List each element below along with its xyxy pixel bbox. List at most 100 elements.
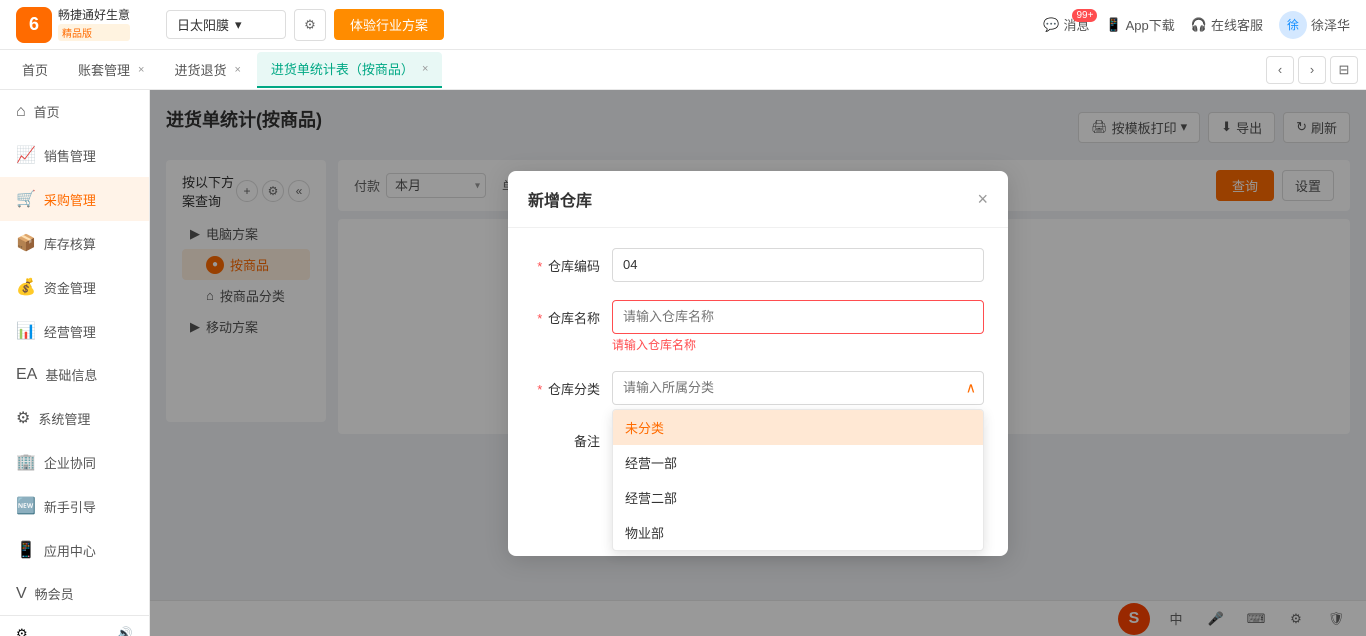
sidebar-item-inventory-label: 库存核算 [44, 234, 96, 253]
inventory-icon: 📦 [16, 233, 36, 253]
name-error-message: 请输入仓库名称 [612, 336, 984, 353]
base-icon: EA [16, 366, 37, 384]
sidebar-item-sales[interactable]: 📈 销售管理 [0, 133, 149, 177]
sidebar-item-appstore[interactable]: 📱 应用中心 [0, 528, 149, 572]
code-input[interactable] [612, 248, 984, 282]
mobile-icon: 📱 [1105, 17, 1121, 33]
tab-purchase-stats[interactable]: 进货单统计表（按商品） × [257, 52, 442, 88]
category-input[interactable] [612, 371, 984, 405]
sidebar-item-base-label: 基础信息 [45, 365, 97, 384]
category-field-wrapper: ∧ 未分类 经营一部 经营二部 物业部 [612, 371, 984, 405]
online-service-label: 在线客服 [1211, 15, 1263, 34]
sidebar-item-operations[interactable]: 📊 经营管理 [0, 309, 149, 353]
branch-selector[interactable]: 日太阳膜 ▾ [166, 10, 286, 39]
logo-badge: 精品版 [58, 24, 130, 41]
sidebar-item-vip[interactable]: V 畅会员 [0, 572, 149, 615]
modal-header: 新增仓库 × [508, 171, 1008, 228]
category-dropdown: 未分类 经营一部 经营二部 物业部 [612, 409, 984, 551]
app-download-button[interactable]: 📱 App下载 [1105, 15, 1174, 34]
appstore-icon: 📱 [16, 540, 36, 560]
name-label: * 仓库名称 [532, 300, 612, 327]
tab-accounts-close[interactable]: × [138, 64, 144, 76]
tab-bar: 首页 账套管理 × 进货退货 × 进货单统计表（按商品） × ‹ › ⊟ [0, 50, 1366, 90]
sidebar-item-home-label: 首页 [34, 102, 60, 121]
sidebar-setting-icon[interactable]: ⚙ [16, 626, 28, 636]
header-right: 💬 消息 99+ 📱 App下载 🎧 在线客服 徐 徐泽华 [1043, 11, 1350, 39]
code-field-wrapper [612, 248, 984, 282]
username-label: 徐泽华 [1311, 15, 1350, 34]
sales-icon: 📈 [16, 145, 36, 165]
enterprise-icon: 🏢 [16, 452, 36, 472]
tab-purchase-return-close[interactable]: × [234, 64, 240, 76]
sidebar-item-enterprise-label: 企业协同 [44, 453, 96, 472]
tab-accounts[interactable]: 账套管理 × [64, 52, 158, 88]
dropdown-item-uncategorized[interactable]: 未分类 [613, 410, 983, 445]
purchase-icon: 🛒 [16, 189, 36, 209]
note-label: 备注 [532, 423, 612, 450]
tab-purchase-stats-close[interactable]: × [422, 63, 428, 75]
dropdown-item-ops1[interactable]: 经营一部 [613, 445, 983, 480]
message-icon: 💬 [1043, 17, 1059, 33]
sidebar-item-purchase-label: 采购管理 [44, 190, 96, 209]
top-header: 6 畅捷通好生意 精品版 日太阳膜 ▾ ⚙ 体验行业方案 💬 消息 99+ 📱 … [0, 0, 1366, 50]
tab-scroll-left-button[interactable]: ‹ [1266, 56, 1294, 84]
sidebar-item-inventory[interactable]: 📦 库存核算 [0, 221, 149, 265]
app-download-label: App下载 [1126, 15, 1175, 34]
tab-home[interactable]: 首页 [8, 52, 62, 88]
dropdown-item-ops2[interactable]: 经营二部 [613, 480, 983, 515]
sidebar-item-guide[interactable]: 🆕 新手引导 [0, 484, 149, 528]
tab-scroll-right-button[interactable]: › [1298, 56, 1326, 84]
sidebar-item-enterprise[interactable]: 🏢 企业协同 [0, 440, 149, 484]
sidebar-item-operations-label: 经营管理 [44, 322, 96, 341]
main-layout: ⌂ 首页 📈 销售管理 🛒 采购管理 📦 库存核算 💰 资金管理 📊 经营管理 … [0, 90, 1366, 636]
form-row-name: * 仓库名称 请输入仓库名称 [532, 300, 984, 353]
sidebar-item-sales-label: 销售管理 [44, 146, 96, 165]
logo-text-main: 畅捷通好生意 [58, 8, 130, 24]
headphone-icon: 🎧 [1191, 17, 1207, 33]
notification-badge: 99+ [1072, 9, 1097, 22]
finance-icon: 💰 [16, 277, 36, 297]
sidebar: ⌂ 首页 📈 销售管理 🛒 采购管理 📦 库存核算 💰 资金管理 📊 经营管理 … [0, 90, 150, 636]
app-logo-icon: 6 [16, 7, 52, 43]
system-icon: ⚙ [16, 408, 30, 428]
sidebar-item-home[interactable]: ⌂ 首页 [0, 90, 149, 133]
sidebar-item-finance-label: 资金管理 [44, 278, 96, 297]
user-avatar: 徐 [1279, 11, 1307, 39]
sidebar-bottom: ⚙ 🔊 [0, 615, 149, 636]
sidebar-item-finance[interactable]: 💰 资金管理 [0, 265, 149, 309]
modal-body: * 仓库编码 * 仓库名称 [508, 228, 1008, 495]
sidebar-item-purchase[interactable]: 🛒 采购管理 [0, 177, 149, 221]
settings-button[interactable]: ⚙ [294, 9, 326, 41]
name-input[interactable] [612, 300, 984, 334]
sidebar-item-guide-label: 新手引导 [44, 497, 96, 516]
sidebar-speaker-icon[interactable]: 🔊 [117, 626, 133, 636]
sidebar-item-system[interactable]: ⚙ 系统管理 [0, 396, 149, 440]
sidebar-item-system-label: 系统管理 [38, 409, 90, 428]
tab-purchase-return[interactable]: 进货退货 × [160, 52, 254, 88]
tab-action-buttons: ‹ › ⊟ [1266, 56, 1358, 84]
dropdown-item-property[interactable]: 物业部 [613, 515, 983, 550]
tab-purchase-stats-label: 进货单统计表（按商品） [271, 59, 414, 78]
online-service-button[interactable]: 🎧 在线客服 [1191, 15, 1263, 34]
branch-name: 日太阳膜 [177, 15, 229, 34]
tab-menu-button[interactable]: ⊟ [1330, 56, 1358, 84]
sidebar-item-base[interactable]: EA 基础信息 [0, 353, 149, 396]
tab-purchase-return-label: 进货退货 [174, 60, 226, 79]
trial-industry-button[interactable]: 体验行业方案 [334, 9, 444, 40]
code-label: * 仓库编码 [532, 248, 612, 275]
header-middle: 日太阳膜 ▾ ⚙ 体验行业方案 [166, 9, 1043, 41]
content-area: 进货单统计(按商品) 🖨 按模板打印 ▾ ⬇ 导出 ↻ 刷新 [150, 90, 1366, 636]
new-warehouse-modal: 新增仓库 × * 仓库编码 [508, 171, 1008, 556]
modal-close-button[interactable]: × [977, 190, 988, 208]
chevron-down-icon: ▾ [235, 17, 242, 33]
tab-home-label: 首页 [22, 60, 48, 79]
home-icon: ⌂ [16, 103, 26, 121]
category-label: * 仓库分类 [532, 371, 612, 398]
form-row-code: * 仓库编码 [532, 248, 984, 282]
user-profile[interactable]: 徐 徐泽华 [1279, 11, 1350, 39]
modal-overlay: 新增仓库 × * 仓库编码 [150, 90, 1366, 636]
vip-icon: V [16, 585, 27, 603]
logo-area: 6 畅捷通好生意 精品版 [16, 7, 166, 43]
guide-icon: 🆕 [16, 496, 36, 516]
message-button[interactable]: 💬 消息 99+ [1043, 15, 1089, 34]
